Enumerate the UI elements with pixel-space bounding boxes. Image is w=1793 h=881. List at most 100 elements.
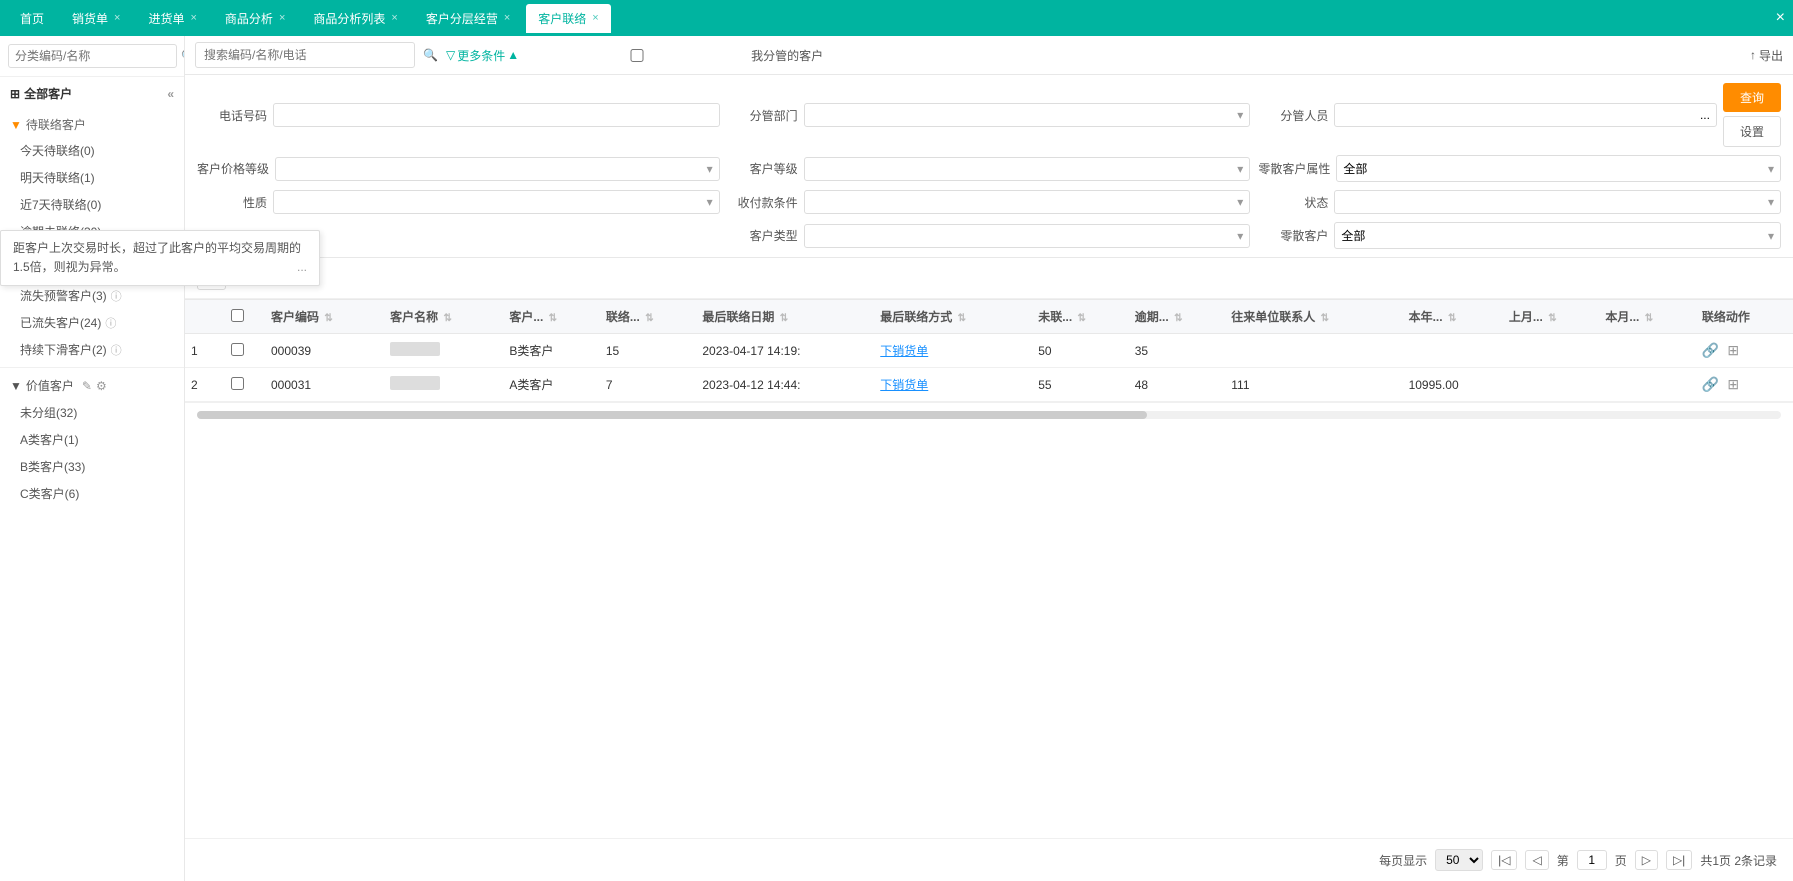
- scroll-thumb[interactable]: [197, 411, 1147, 419]
- row1-name: [384, 334, 503, 368]
- select-all-checkbox[interactable]: [231, 309, 244, 322]
- tab-customer-contact-close[interactable]: ×: [592, 12, 598, 24]
- tab-product-analysis-list[interactable]: 商品分析列表 ×: [301, 4, 409, 33]
- export-btn[interactable]: ↑ 导出: [1750, 47, 1783, 64]
- tab-customer-contact[interactable]: 客户联络 ×: [526, 4, 610, 33]
- page-prev-btn[interactable]: ◁: [1525, 850, 1548, 870]
- col-last-method[interactable]: 最后联络方式 ⇅: [874, 300, 1032, 334]
- manager-label: 分管人员: [1258, 107, 1328, 124]
- col-contact-count[interactable]: 联络... ⇅: [600, 300, 697, 334]
- row1-last-method[interactable]: 下销货单: [874, 334, 1032, 368]
- tab-sales[interactable]: 销货单 ×: [60, 4, 132, 33]
- my-customers-check-input[interactable]: [527, 49, 747, 62]
- edit-icon-value[interactable]: ✎: [82, 379, 92, 393]
- sidebar-item-today[interactable]: 今天待联络(0): [0, 137, 184, 164]
- sidebar-item-ungroup[interactable]: 未分组(32): [0, 399, 184, 426]
- payment-select[interactable]: ▾: [804, 190, 1251, 214]
- sidebar-all-customers-header[interactable]: ⊞ 全部客户 «: [0, 77, 184, 110]
- tab-customer-tier-close[interactable]: ×: [504, 12, 510, 24]
- row2-checkbox[interactable]: [225, 368, 265, 402]
- sidebar-search-input[interactable]: [8, 44, 177, 68]
- retail-attr-select[interactable]: 全部 ▾: [1336, 155, 1781, 182]
- col-contact-person[interactable]: 往来单位联系人 ⇅: [1225, 300, 1402, 334]
- price-grade-select[interactable]: ▾: [275, 157, 720, 181]
- sidebar-collapse-btn[interactable]: «: [167, 87, 174, 101]
- retail-customer-select[interactable]: 全部 ▾: [1334, 222, 1781, 249]
- row1-link-icon[interactable]: 🔗: [1702, 342, 1719, 359]
- page-next-btn[interactable]: ▷: [1635, 850, 1658, 870]
- row2-grid-icon[interactable]: ⊞: [1727, 376, 1739, 393]
- department-arrow: ▾: [1237, 108, 1243, 122]
- tab-product-analysis-list-close[interactable]: ×: [391, 12, 397, 24]
- tab-home[interactable]: 首页: [8, 4, 56, 33]
- filter-row-customer-grade: 客户等级 ▾: [728, 155, 1251, 182]
- search-icon[interactable]: 🔍: [423, 48, 438, 62]
- tooltip-close[interactable]: ...: [297, 258, 307, 277]
- query-btn[interactable]: 查询: [1723, 83, 1781, 112]
- col-this-month[interactable]: 本月... ⇅: [1599, 300, 1696, 334]
- customer-type-select[interactable]: ▾: [804, 224, 1251, 248]
- col-code[interactable]: 客户编码 ⇅: [265, 300, 384, 334]
- phone-input[interactable]: [273, 103, 720, 127]
- sidebar-item-lost-warning[interactable]: 流失预警客户(3) ⓘ: [0, 282, 184, 309]
- col-this-year[interactable]: 本年... ⇅: [1403, 300, 1503, 334]
- status-select[interactable]: ▾: [1334, 190, 1781, 214]
- tab-product-analysis[interactable]: 商品分析 ×: [213, 4, 297, 33]
- row2-last-method[interactable]: 下销货单: [874, 368, 1032, 402]
- filter-more-btn[interactable]: ▽ 更多条件 ▲: [446, 47, 519, 64]
- sidebar-item-ungroup-label: 未分组(32): [20, 404, 77, 421]
- col-type[interactable]: 客户... ⇅: [503, 300, 600, 334]
- close-all-tabs[interactable]: ×: [1776, 9, 1785, 27]
- col-uncontacted-label: 未联...: [1038, 310, 1072, 324]
- tab-purchase-close[interactable]: ×: [190, 12, 196, 24]
- info-icon-declining[interactable]: ⓘ: [111, 342, 122, 358]
- col-last-date[interactable]: 最后联络日期 ⇅: [696, 300, 874, 334]
- sidebar-item-tomorrow[interactable]: 明天待联络(1): [0, 164, 184, 191]
- col-checkbox[interactable]: [225, 300, 265, 334]
- page-last-btn[interactable]: ▷|: [1666, 850, 1692, 870]
- col-name-label: 客户名称: [390, 310, 438, 324]
- scroll-track[interactable]: [197, 411, 1781, 419]
- horizontal-scroll-bar[interactable]: [185, 402, 1793, 427]
- col-type-label: 客户...: [509, 310, 543, 324]
- sidebar-item-7days[interactable]: 近7天待联络(0): [0, 191, 184, 218]
- search-input[interactable]: [195, 42, 415, 68]
- row2-check[interactable]: [231, 377, 244, 390]
- page-first-btn[interactable]: |◁: [1491, 850, 1517, 870]
- col-uncontacted[interactable]: 未联... ⇅: [1032, 300, 1129, 334]
- sidebar-item-lost[interactable]: 已流失客户(24) ⓘ: [0, 309, 184, 336]
- settings-icon-value[interactable]: ⚙: [96, 379, 107, 393]
- my-customers-checkbox[interactable]: 我分管的客户: [527, 47, 823, 64]
- info-icon-lost[interactable]: ⓘ: [105, 315, 116, 331]
- page-input[interactable]: [1577, 850, 1607, 870]
- col-overdue[interactable]: 逾期... ⇅: [1129, 300, 1226, 334]
- gender-select[interactable]: ▾: [273, 190, 720, 214]
- value-customers-group[interactable]: ▼ 价值客户 ✎ ⚙: [0, 372, 184, 399]
- tab-purchase[interactable]: 进货单 ×: [136, 4, 208, 33]
- manager-select[interactable]: ...: [1334, 103, 1717, 127]
- setting-btn[interactable]: 设置: [1723, 116, 1781, 147]
- tab-product-analysis-close[interactable]: ×: [279, 12, 285, 24]
- sidebar-item-class-a-label: A类客户(1): [20, 431, 79, 448]
- col-last-method-sort: ⇅: [958, 313, 966, 324]
- sidebar-item-declining[interactable]: 持续下滑客户(2) ⓘ: [0, 336, 184, 363]
- row2-overdue: 48: [1129, 368, 1226, 402]
- row2-name-placeholder: [390, 376, 440, 390]
- info-icon-lost-warning[interactable]: ⓘ: [111, 288, 122, 304]
- row1-this-month: [1599, 334, 1696, 368]
- row1-grid-icon[interactable]: ⊞: [1727, 342, 1739, 359]
- customer-grade-select[interactable]: ▾: [804, 157, 1251, 181]
- row1-checkbox[interactable]: [225, 334, 265, 368]
- sidebar-item-class-a[interactable]: A类客户(1): [0, 426, 184, 453]
- row1-overdue: 35: [1129, 334, 1226, 368]
- tab-sales-close[interactable]: ×: [114, 12, 120, 24]
- col-last-month[interactable]: 上月... ⇅: [1503, 300, 1600, 334]
- row1-check[interactable]: [231, 343, 244, 356]
- row2-link-icon[interactable]: 🔗: [1702, 376, 1719, 393]
- col-name[interactable]: 客户名称 ⇅: [384, 300, 503, 334]
- sidebar-item-class-c[interactable]: C类客户(6): [0, 480, 184, 507]
- sidebar-item-class-b[interactable]: B类客户(33): [0, 453, 184, 480]
- department-select[interactable]: ▾: [804, 103, 1251, 127]
- per-page-select[interactable]: 50: [1435, 849, 1483, 871]
- tab-customer-tier[interactable]: 客户分层经营 ×: [414, 4, 522, 33]
